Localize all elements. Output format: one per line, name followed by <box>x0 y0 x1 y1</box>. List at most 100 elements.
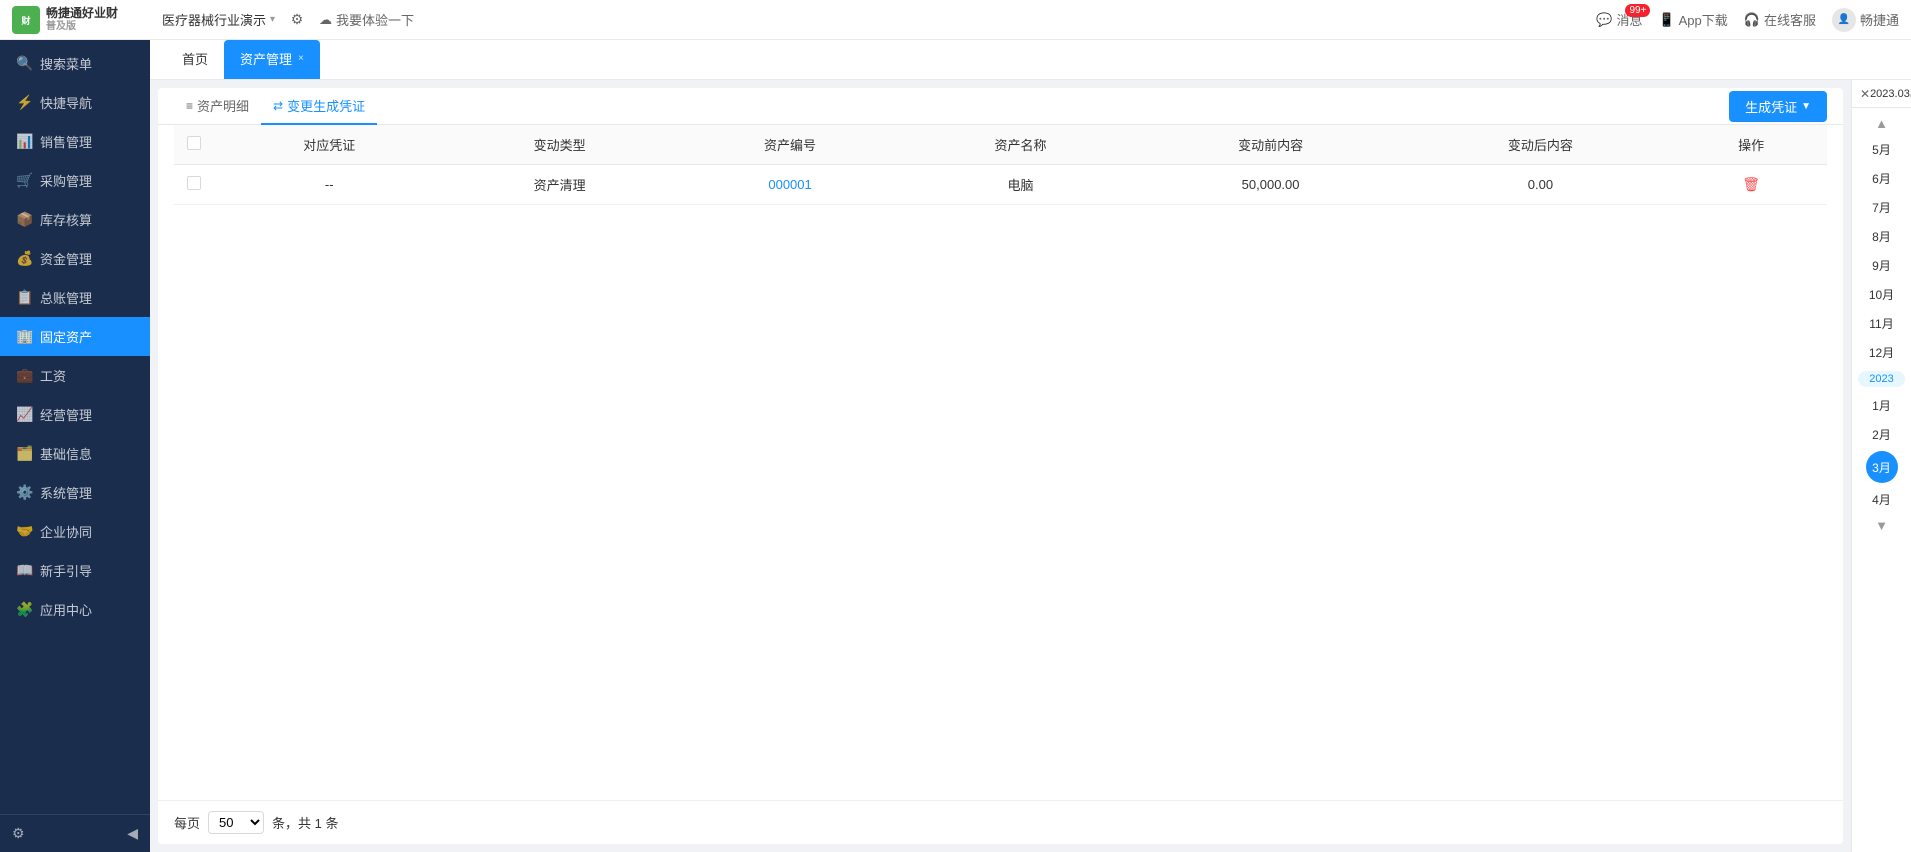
list-icon: ≡ <box>186 99 193 113</box>
close-tab-icon[interactable]: × <box>298 53 304 64</box>
sidebar-label-operation: 经营管理 <box>40 405 92 424</box>
col-after: 变动后内容 <box>1406 125 1676 165</box>
salary-icon: 💼 <box>16 367 32 384</box>
sidebar-item-ledger[interactable]: 📋总账管理 <box>0 278 150 317</box>
row-before: 50,000.00 <box>1136 165 1406 205</box>
calendar-month-item[interactable]: 11月 <box>1852 309 1911 338</box>
sales-icon: 📊 <box>16 133 32 150</box>
sub-tab-asset-detail[interactable]: ≡ 资产明细 <box>174 88 261 125</box>
sidebar-item-search[interactable]: 🔍 搜索菜单 <box>0 44 150 83</box>
svg-text:财: 财 <box>20 15 30 26</box>
funds-icon: 💰 <box>16 250 32 267</box>
tab-home[interactable]: 首页 <box>166 40 224 79</box>
calendar-scroll-down[interactable]: ▼ <box>1852 514 1911 537</box>
sidebar-item-operation[interactable]: 📈经营管理 <box>0 395 150 434</box>
settings-icon[interactable]: ⚙ <box>283 6 311 34</box>
sub-tab-change-voucher[interactable]: ⇄ 变更生成凭证 <box>261 88 377 125</box>
sidebar-label-inventory: 库存核算 <box>40 210 92 229</box>
collapse-sidebar-icon[interactable]: ◀ <box>127 825 138 842</box>
search-icon: 🔍 <box>16 55 32 72</box>
fixed-icon: 🏢 <box>16 328 32 345</box>
settings-bottom-icon[interactable]: ⚙ <box>12 825 25 842</box>
avatar: 👤 <box>1832 8 1856 32</box>
calendar-month-item[interactable]: 4月 <box>1852 485 1911 514</box>
collab-icon: 🤝 <box>16 523 32 540</box>
sidebar-label-system: 系统管理 <box>40 483 92 502</box>
generate-voucher-area: 生成凭证 ▼ <box>1729 91 1827 122</box>
table-container: 对应凭证 变动类型 资产编号 资产名称 变动前内容 变动后内容 操作 -- <box>158 125 1843 800</box>
sidebar-item-salary[interactable]: 💼工资 <box>0 356 150 395</box>
sidebar-item-inventory[interactable]: 📦库存核算 <box>0 200 150 239</box>
sub-tab2-label: 变更生成凭证 <box>287 96 365 115</box>
sidebar-item-guide[interactable]: 📖新手引导 <box>0 551 150 590</box>
service-button[interactable]: 🎧 在线客服 <box>1744 10 1816 29</box>
content-area: ≡ 资产明细 ⇄ 变更生成凭证 生成凭证 ▼ <box>150 80 1911 852</box>
logo: 财 畅捷通好业财 普及版 <box>12 6 162 34</box>
calendar-panel-header: ✕ 2023.03 ⤢ <box>1852 80 1911 108</box>
dropdown-chevron-icon: ▼ <box>1801 101 1811 112</box>
sidebar-item-basic[interactable]: 🗂️基础信息 <box>0 434 150 473</box>
row-change-type: 资产清理 <box>444 165 674 205</box>
calendar-month-item[interactable]: 1月 <box>1852 391 1911 420</box>
calendar-month-item[interactable]: 8月 <box>1852 222 1911 251</box>
calendar-month-item[interactable]: 2月 <box>1852 420 1911 449</box>
calendar-month-item[interactable]: 3月 <box>1866 451 1898 483</box>
sidebar-label-funds: 资金管理 <box>40 249 92 268</box>
message-icon: 💬 <box>1596 12 1612 28</box>
calendar-year-2023[interactable]: 2023 <box>1858 371 1905 387</box>
calendar-month-item[interactable]: 6月 <box>1852 164 1911 193</box>
sidebar-label-ledger: 总账管理 <box>40 288 92 307</box>
sidebar-item-purchase[interactable]: 🛒采购管理 <box>0 161 150 200</box>
app-download-button[interactable]: 📱 App下载 <box>1658 10 1727 29</box>
app-label: App下载 <box>1679 10 1728 29</box>
calendar-month-item[interactable]: 7月 <box>1852 193 1911 222</box>
close-calendar-icon[interactable]: ✕ <box>1860 87 1870 101</box>
system-icon: ⚙️ <box>16 484 32 501</box>
select-all-checkbox[interactable] <box>187 136 201 150</box>
logo-text: 畅捷通好业财 <box>46 6 118 20</box>
message-button[interactable]: 💬 消息 99+ <box>1596 10 1642 29</box>
sidebar-item-fixed[interactable]: 🏢固定资产 <box>0 317 150 356</box>
col-before: 变动前内容 <box>1136 125 1406 165</box>
purchase-icon: 🛒 <box>16 172 32 189</box>
calendar-scroll-up[interactable]: ▲ <box>1852 112 1911 135</box>
calendar-month-item[interactable]: 12月 <box>1852 338 1911 367</box>
row-voucher: -- <box>214 165 444 205</box>
sidebar-item-sales[interactable]: 📊销售管理 <box>0 122 150 161</box>
trial-button[interactable]: ☁ 我要体验一下 <box>319 10 414 29</box>
row-checkbox[interactable] <box>187 176 201 190</box>
sidebar-item-funds[interactable]: 💰 资金管理 <box>0 239 150 278</box>
user-menu[interactable]: 👤 畅捷通 <box>1832 8 1899 32</box>
calendar-month-item[interactable]: 5月 <box>1852 135 1911 164</box>
calendar-month-item[interactable]: 9月 <box>1852 251 1911 280</box>
header-right: 💬 消息 99+ 📱 App下载 🎧 在线客服 👤 畅捷通 <box>1596 8 1899 32</box>
col-voucher: 对应凭证 <box>214 125 444 165</box>
row-checkbox-cell <box>174 165 214 205</box>
logo-icon: 财 <box>12 6 40 34</box>
layout: 🔍 搜索菜单 ⚡快捷导航📊销售管理🛒采购管理📦库存核算 💰 资金管理 📋总账管理🏢固定资产… <box>0 40 1911 852</box>
company-selector[interactable]: 医疗器械行业演示 ▾ <box>162 10 275 29</box>
row-asset-no: 000001 <box>675 165 905 205</box>
sidebar-item-system[interactable]: ⚙️ 系统管理 <box>0 473 150 512</box>
headset-icon: 🎧 <box>1744 12 1760 28</box>
col-change-type: 变动类型 <box>444 125 674 165</box>
row-after: 0.00 <box>1406 165 1676 205</box>
page-size-select[interactable]: 102050100 <box>208 811 264 834</box>
user-name: 畅捷通 <box>1860 10 1899 29</box>
sidebar-item-apps[interactable]: 🧩应用中心 <box>0 590 150 629</box>
tab-asset-label: 资产管理 <box>240 49 292 68</box>
tab-asset-management[interactable]: 资产管理 × <box>224 40 320 79</box>
sidebar-label-search: 搜索菜单 <box>40 54 92 73</box>
generate-voucher-button[interactable]: 生成凭证 ▼ <box>1729 91 1827 122</box>
main-area: 首页 资产管理 × ≡ 资产明细 ⇄ <box>150 40 1911 852</box>
per-page-label: 每页 <box>174 813 200 832</box>
sidebar-item-nav[interactable]: ⚡快捷导航 <box>0 83 150 122</box>
col-asset-name: 资产名称 <box>905 125 1135 165</box>
sidebar-label-nav: 快捷导航 <box>40 93 92 112</box>
sidebar: 🔍 搜索菜单 ⚡快捷导航📊销售管理🛒采购管理📦库存核算 💰 资金管理 📋总账管理🏢固定资产… <box>0 40 150 852</box>
generate-label: 生成凭证 <box>1745 97 1797 116</box>
calendar-month-item[interactable]: 10月 <box>1852 280 1911 309</box>
delete-row-icon[interactable]: 🗑 <box>1742 176 1760 192</box>
sub-tab1-label: 资产明细 <box>197 96 249 115</box>
sidebar-item-collab[interactable]: 🤝企业协同 <box>0 512 150 551</box>
